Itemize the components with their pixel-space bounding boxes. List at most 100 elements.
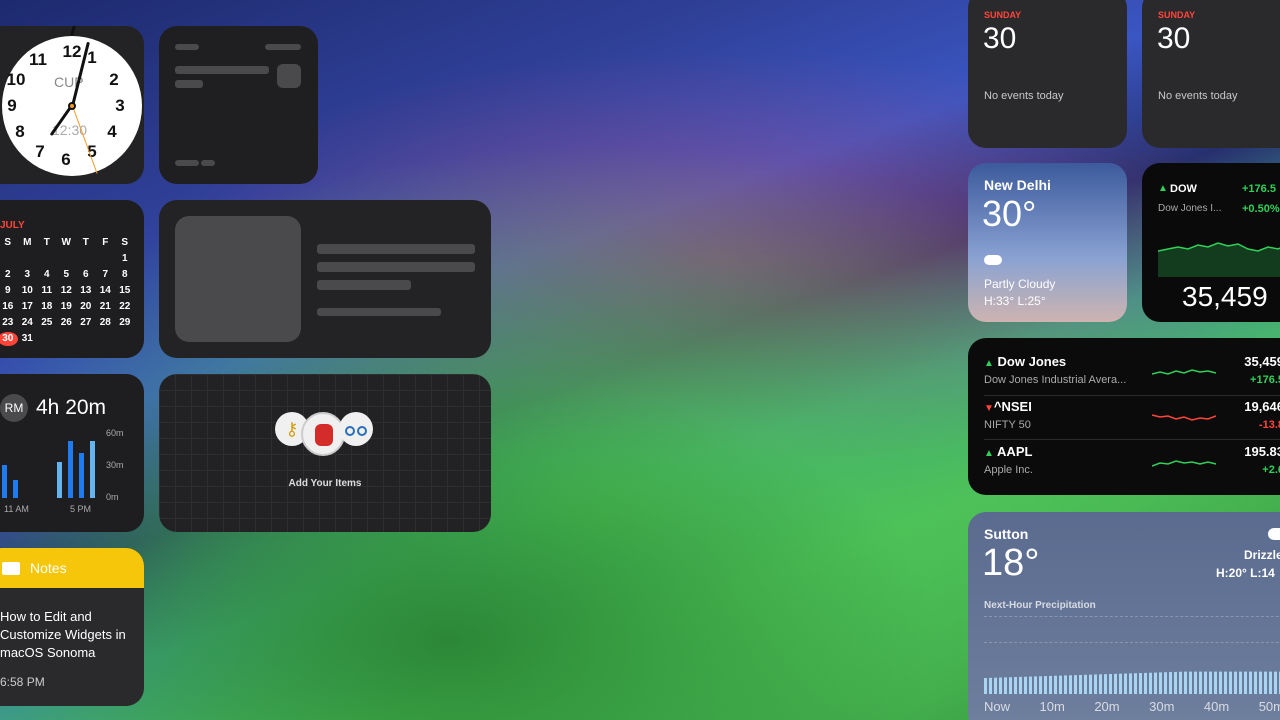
placeholder-widget-small[interactable]: [159, 26, 318, 184]
precip-bar: [1129, 673, 1132, 694]
precip-bar: [1219, 671, 1222, 694]
x-label: 5 PM: [70, 504, 92, 514]
find-my-label: Add Your Items: [288, 478, 362, 489]
calendar-small-widget[interactable]: SUNDAY 30 No events today: [968, 0, 1127, 148]
calendar-day[interactable]: 24: [18, 316, 38, 330]
precip-bar: [1049, 675, 1052, 694]
clock-widget[interactable]: 12 1 2 3 4 5 6 7 8 9 10 11 CUP 12:30: [0, 26, 144, 184]
precip-bar: [1169, 672, 1172, 694]
stock-sparkline: [1152, 414, 1216, 421]
stock-value: 195.83: [1244, 444, 1280, 459]
weather-widget-sutton[interactable]: Sutton 18° Drizzle H:20° L:14 Next-Hour …: [968, 512, 1280, 720]
precip-bar: [1089, 674, 1092, 694]
stock-row[interactable]: ▲ AAPL Apple Inc. 195.83 +2.6: [984, 444, 1280, 488]
calendar-day[interactable]: 28: [96, 316, 116, 330]
calendar-grid: S M T W T F S 1 2 3 4 5 6 7 8 9 10 11 12 13 14 15 16 17 18 19 20 21…: [0, 236, 134, 346]
weather-condition: Drizzle: [1244, 548, 1280, 562]
calendar-day[interactable]: 6: [76, 268, 96, 282]
placeholder-bar: [317, 262, 475, 272]
placeholder-image: [175, 216, 301, 342]
calendar-day[interactable]: 22: [115, 300, 135, 314]
placeholder-bar: [265, 44, 301, 50]
precip-bar: [1264, 671, 1267, 694]
day-label: SUNDAY: [984, 10, 1022, 20]
weekday-label: W: [61, 237, 71, 248]
precip-bar: [1054, 675, 1057, 694]
calendar-day[interactable]: 21: [96, 300, 116, 314]
calendar-day: [57, 332, 77, 346]
clock-number: 7: [35, 142, 45, 161]
precip-bar: [1019, 676, 1022, 694]
calendar-day[interactable]: 19: [57, 300, 77, 314]
calendar-day[interactable]: 23: [0, 316, 18, 330]
calendar-day[interactable]: 30: [0, 332, 18, 346]
precip-bar: [1029, 676, 1032, 694]
precip-time-label: 40m: [1203, 699, 1230, 714]
calendar-day[interactable]: 20: [76, 300, 96, 314]
placeholder-bar: [175, 160, 199, 166]
calendar-day[interactable]: 29: [115, 316, 135, 330]
precip-time-label: Now: [984, 699, 1011, 714]
calendar-day[interactable]: 14: [96, 284, 116, 298]
calendar-day[interactable]: 13: [76, 284, 96, 298]
calendar-day[interactable]: 1: [115, 252, 135, 266]
precipitation-chart: [984, 671, 1280, 694]
calendar-day[interactable]: 12: [57, 284, 77, 298]
calendar-day[interactable]: 27: [76, 316, 96, 330]
calendar-day[interactable]: 31: [18, 332, 38, 346]
stock-row[interactable]: ▲ Dow Jones Dow Jones Industrial Avera..…: [984, 354, 1280, 398]
precip-bar: [1259, 671, 1262, 694]
calendar-day[interactable]: 8: [115, 268, 135, 282]
precip-bar: [1209, 671, 1212, 694]
note-title: How to Edit and Customize Widgets in mac…: [0, 609, 126, 660]
calendar-day[interactable]: 11: [37, 284, 57, 298]
calendar-day: [96, 332, 116, 346]
clock-center: [68, 102, 76, 110]
screen-time-widget[interactable]: RM 4h 20m 60m 30m 0m 11 AM 5 PM: [0, 374, 144, 532]
calendar-day[interactable]: 26: [57, 316, 77, 330]
stock-row[interactable]: ▼^NSEI NIFTY 50 19,646 -13.8: [984, 399, 1280, 443]
calendar-small-widget[interactable]: SUNDAY 30 No events today: [1142, 0, 1280, 148]
calendar-day[interactable]: 17: [18, 300, 38, 314]
calendar-day[interactable]: 10: [18, 284, 38, 298]
calendar-day[interactable]: 25: [37, 316, 57, 330]
clock-number: 4: [107, 122, 117, 141]
calendar-widget[interactable]: JULY S M T W T F S 1 2 3 4 5 6 7 8 9 10 11 12 13 14 15 16 17 18 1…: [0, 200, 144, 358]
stock-name: NIFTY 50: [984, 419, 1031, 431]
calendar-day[interactable]: 5: [57, 268, 77, 282]
find-my-widget[interactable]: ⚷ Add Your Items: [159, 374, 491, 532]
calendar-day[interactable]: 18: [37, 300, 57, 314]
stock-widget-dow[interactable]: ▲ DOW +176.5 Dow Jones I... +0.50% 35,45…: [1142, 163, 1280, 322]
calendar-day[interactable]: 9: [0, 284, 18, 298]
calendar-day: [96, 252, 116, 266]
weekday-label: S: [121, 237, 129, 248]
calendar-day[interactable]: 7: [96, 268, 116, 282]
calendar-day: [115, 332, 135, 346]
calendar-day: [57, 252, 77, 266]
divider: [984, 395, 1280, 396]
screen-time-bar: [79, 453, 84, 498]
calendar-day[interactable]: 4: [37, 268, 57, 282]
calendar-day[interactable]: 2: [0, 268, 18, 282]
precip-time-label: 20m: [1094, 699, 1120, 714]
precip-bar: [1234, 671, 1237, 694]
precip-bar: [1114, 673, 1117, 694]
stocks-list-widget[interactable]: ▲ Dow Jones Dow Jones Industrial Avera..…: [968, 338, 1280, 495]
up-arrow-icon: ▲: [984, 358, 994, 369]
placeholder-widget-medium[interactable]: [159, 200, 491, 358]
placeholder-thumb: [277, 64, 301, 88]
precip-bar: [1249, 671, 1252, 694]
notes-widget[interactable]: Notes How to Edit and Customize Widgets …: [0, 548, 144, 706]
notes-header-label: Notes: [30, 560, 67, 576]
avatar: RM: [0, 394, 28, 422]
calendar-day[interactable]: 3: [18, 268, 38, 282]
stock-symbol-text: AAPL: [997, 444, 1033, 459]
calendar-day[interactable]: 16: [0, 300, 18, 314]
precip-bar: [1199, 671, 1202, 694]
precip-bar: [1119, 673, 1122, 694]
calendar-day[interactable]: 15: [115, 284, 135, 298]
no-events-text: No events today: [1158, 90, 1238, 102]
divider: [984, 439, 1280, 440]
precip-bar: [1059, 675, 1062, 694]
weather-widget-new-delhi[interactable]: New Delhi 30° Partly Cloudy H:33° L:25°: [968, 163, 1127, 322]
